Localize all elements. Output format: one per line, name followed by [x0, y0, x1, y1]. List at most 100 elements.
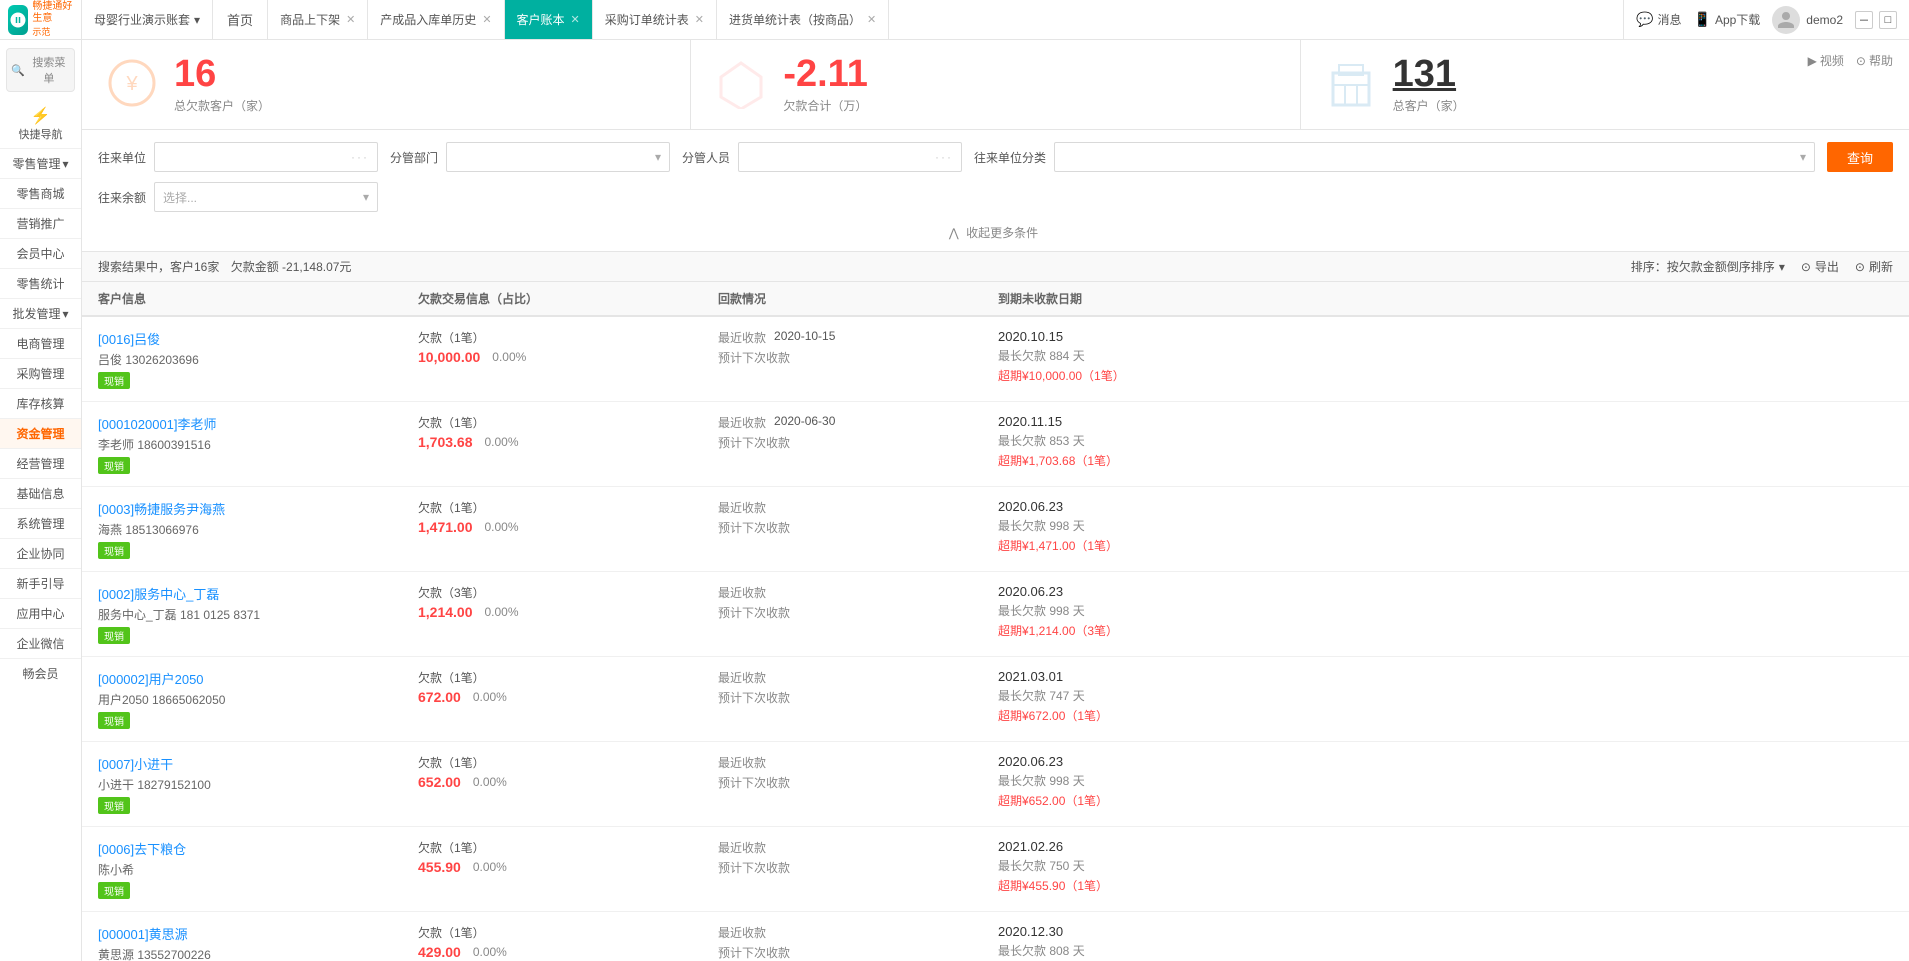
debt-amount: 455.90 — [418, 859, 461, 875]
customer-info-cell: [0002]服务中心_丁磊 服务中心_丁磊 181 0125 8371 现销 — [98, 584, 418, 644]
sidebar-item-wholesale[interactable]: 批发管理 ▾ — [0, 299, 81, 329]
payback-cell: 最近收款 预计下次收款 — [718, 584, 998, 621]
stat-overdue-customers: ¥ 16 总欠款客户（家） — [82, 40, 691, 129]
refresh-btn[interactable]: ⊙ 刷新 — [1855, 258, 1893, 275]
sidebar-item-retail-mgmt[interactable]: 零售管理 ▾ — [0, 149, 81, 179]
user-avatar — [1772, 6, 1800, 34]
customer-info-cell: [000001]黄思源 黄思源 13552700226 现销 — [98, 924, 418, 961]
industry-selector[interactable]: 母婴行业演示账套 ▾ — [82, 0, 213, 39]
debt-amount: 10,000.00 — [418, 349, 480, 365]
customer-name[interactable]: [000002]用户2050 — [98, 669, 418, 688]
tab-goods-summary[interactable]: 进货单统计表（按商品） ✕ — [717, 0, 889, 39]
payback-cell: 最近收款 预计下次收款 — [718, 924, 998, 961]
sidebar-corp-wechat-label: 企业微信 — [4, 635, 77, 652]
sidebar-item-corp-wechat[interactable]: 企业微信 — [0, 629, 81, 659]
balance-select[interactable]: 选择... ▾ — [154, 182, 378, 212]
sidebar-item-app-center[interactable]: 应用中心 — [0, 599, 81, 629]
customer-name[interactable]: [000001]黄思源 — [98, 924, 418, 943]
overdue-cell: 2020.10.15 最长欠款 884 天 超期¥10,000.00（1笔） — [998, 329, 1893, 384]
tab-home[interactable]: 首页 — [213, 0, 268, 39]
sidebar-search-btn[interactable]: 🔍 搜索菜单 — [6, 48, 75, 92]
overdue-link[interactable]: 超期¥455.90（1笔） — [998, 879, 1108, 893]
sidebar-basic-info-label: 基础信息 — [4, 485, 77, 502]
department-input[interactable]: ▾ — [446, 142, 670, 172]
source-unit-input[interactable]: ··· — [154, 142, 378, 172]
next-payment-row: 预计下次收款 — [718, 944, 998, 961]
sidebar-item-retail-stats[interactable]: 零售统计 — [0, 269, 81, 299]
sidebar-item-ecommerce[interactable]: 电商管理 — [0, 329, 81, 359]
sidebar-ecommerce-label: 电商管理 — [4, 335, 77, 352]
video-btn[interactable]: ▶ 视频 — [1808, 52, 1844, 69]
next-payment-row: 预计下次收款 — [718, 859, 998, 876]
maximize-btn[interactable]: □ — [1879, 11, 1897, 29]
balance-chevron: ▾ — [363, 190, 369, 204]
sidebar-item-basic-info[interactable]: 基础信息 — [0, 479, 81, 509]
overdue-date: 2020.10.15 — [998, 329, 1893, 344]
debt-ratio: 0.00% — [473, 775, 507, 789]
overdue-link[interactable]: 超期¥1,703.68（1笔） — [998, 454, 1118, 468]
payback-cell: 最近收款 预计下次收款 — [718, 754, 998, 791]
header-customer-info: 客户信息 — [98, 290, 418, 307]
manager-input[interactable]: ··· — [738, 142, 962, 172]
sidebar-item-system[interactable]: 系统管理 — [0, 509, 81, 539]
customer-name[interactable]: [0001020001]李老师 — [98, 414, 418, 433]
sidebar-item-finance[interactable]: 资金管理 — [0, 419, 81, 449]
export-btn[interactable]: ⊙ 导出 — [1801, 258, 1839, 275]
overdue-link[interactable]: 超期¥672.00（1笔） — [998, 709, 1108, 723]
tab-customer-label: 客户账本 — [517, 11, 565, 28]
tab-warehouse-close[interactable]: ✕ — [482, 13, 491, 26]
sidebar-retail-mgmt-arrow: ▾ — [62, 157, 68, 171]
customer-name[interactable]: [0006]去下粮仓 — [98, 839, 418, 858]
message-btn[interactable]: 💬 消息 — [1636, 11, 1681, 28]
next-payment-row: 预计下次收款 — [718, 434, 998, 451]
results-debt: 欠款金额 -21,148.07元 — [231, 260, 352, 274]
tab-customer-close[interactable]: ✕ — [571, 13, 580, 26]
overdue-link[interactable]: 超期¥652.00（1笔） — [998, 794, 1108, 808]
tab-purchase-summary[interactable]: 采购订单统计表 ✕ — [593, 0, 717, 39]
sidebar-item-member-plus[interactable]: 畅会员 — [0, 659, 81, 688]
tab-warehouse-history[interactable]: 产成品入库单历史 ✕ — [368, 0, 504, 39]
sidebar-item-marketing[interactable]: 营销推广 — [0, 209, 81, 239]
customer-name[interactable]: [0003]畅捷服务尹海燕 — [98, 499, 418, 518]
main-layout: 🔍 搜索菜单 ⚡ 快捷导航 零售管理 ▾ 零售商城 营销推广 会员中心 零售统计 — [0, 40, 1909, 961]
last-payment-date: 2020-06-30 — [774, 414, 835, 431]
sidebar-item-operations[interactable]: 经营管理 — [0, 449, 81, 479]
tab-goods-close[interactable]: ✕ — [867, 13, 876, 26]
filter-department: 分管部门 ▾ — [390, 142, 670, 172]
user-profile[interactable]: demo2 — [1772, 6, 1843, 34]
sidebar-item-retail-mall[interactable]: 零售商城 — [0, 179, 81, 209]
filter-manager: 分管人员 ··· — [682, 142, 962, 172]
quick-nav-item[interactable]: ⚡ 快捷导航 — [0, 100, 81, 149]
overdue-link[interactable]: 超期¥1,214.00（3笔） — [998, 624, 1118, 638]
overdue-link[interactable]: 超期¥1,471.00（1笔） — [998, 539, 1118, 553]
nav-tabs: 首页 商品上下架 ✕ 产成品入库单历史 ✕ 客户账本 ✕ 采购订单统计表 ✕ 进… — [213, 0, 1623, 39]
sidebar-item-newbie[interactable]: 新手引导 — [0, 569, 81, 599]
unit-category-input[interactable]: ▾ — [1054, 142, 1815, 172]
sort-control[interactable]: 排序：按欠款金额倒序排序 ▾ — [1631, 258, 1785, 275]
sidebar-retail-mall-label: 零售商城 — [4, 185, 77, 202]
minimize-btn[interactable]: － — [1855, 11, 1873, 29]
customer-name[interactable]: [0016]吕俊 — [98, 329, 418, 348]
overdue-amount-label: 欠款合计（万） — [783, 97, 868, 114]
sidebar-item-member[interactable]: 会员中心 — [0, 239, 81, 269]
help-btn[interactable]: ⊙ 帮助 — [1856, 52, 1893, 69]
sidebar-item-inventory[interactable]: 库存核算 — [0, 389, 81, 419]
customer-tag: 现销 — [98, 797, 130, 814]
tab-purchase-close[interactable]: ✕ — [695, 13, 704, 26]
content-area: ¥ 16 总欠款客户（家） -2.11 欠款合计（万） — [82, 40, 1909, 961]
overdue-days: 最长欠款 808 天 — [998, 942, 1893, 959]
tab-customer-account[interactable]: 客户账本 ✕ — [505, 0, 593, 39]
customer-name[interactable]: [0002]服务中心_丁磊 — [98, 584, 418, 603]
app-download-btn[interactable]: 📱 App下载 — [1694, 11, 1761, 28]
search-btn[interactable]: 查询 — [1827, 142, 1893, 172]
sidebar-item-purchase[interactable]: 采购管理 — [0, 359, 81, 389]
overdue-link[interactable]: 超期¥10,000.00（1笔） — [998, 369, 1125, 383]
debt-ratio: 0.00% — [473, 690, 507, 704]
collapse-row[interactable]: ⋀ 收起更多条件 — [98, 222, 1893, 247]
filter-row-2: 往来余额 选择... ▾ — [98, 182, 1893, 212]
debt-amount: 672.00 — [418, 689, 461, 705]
tab-products[interactable]: 商品上下架 ✕ — [268, 0, 368, 39]
customer-name[interactable]: [0007]小进干 — [98, 754, 418, 773]
tab-products-close[interactable]: ✕ — [346, 13, 355, 26]
sidebar-item-corp-collab[interactable]: 企业协同 — [0, 539, 81, 569]
